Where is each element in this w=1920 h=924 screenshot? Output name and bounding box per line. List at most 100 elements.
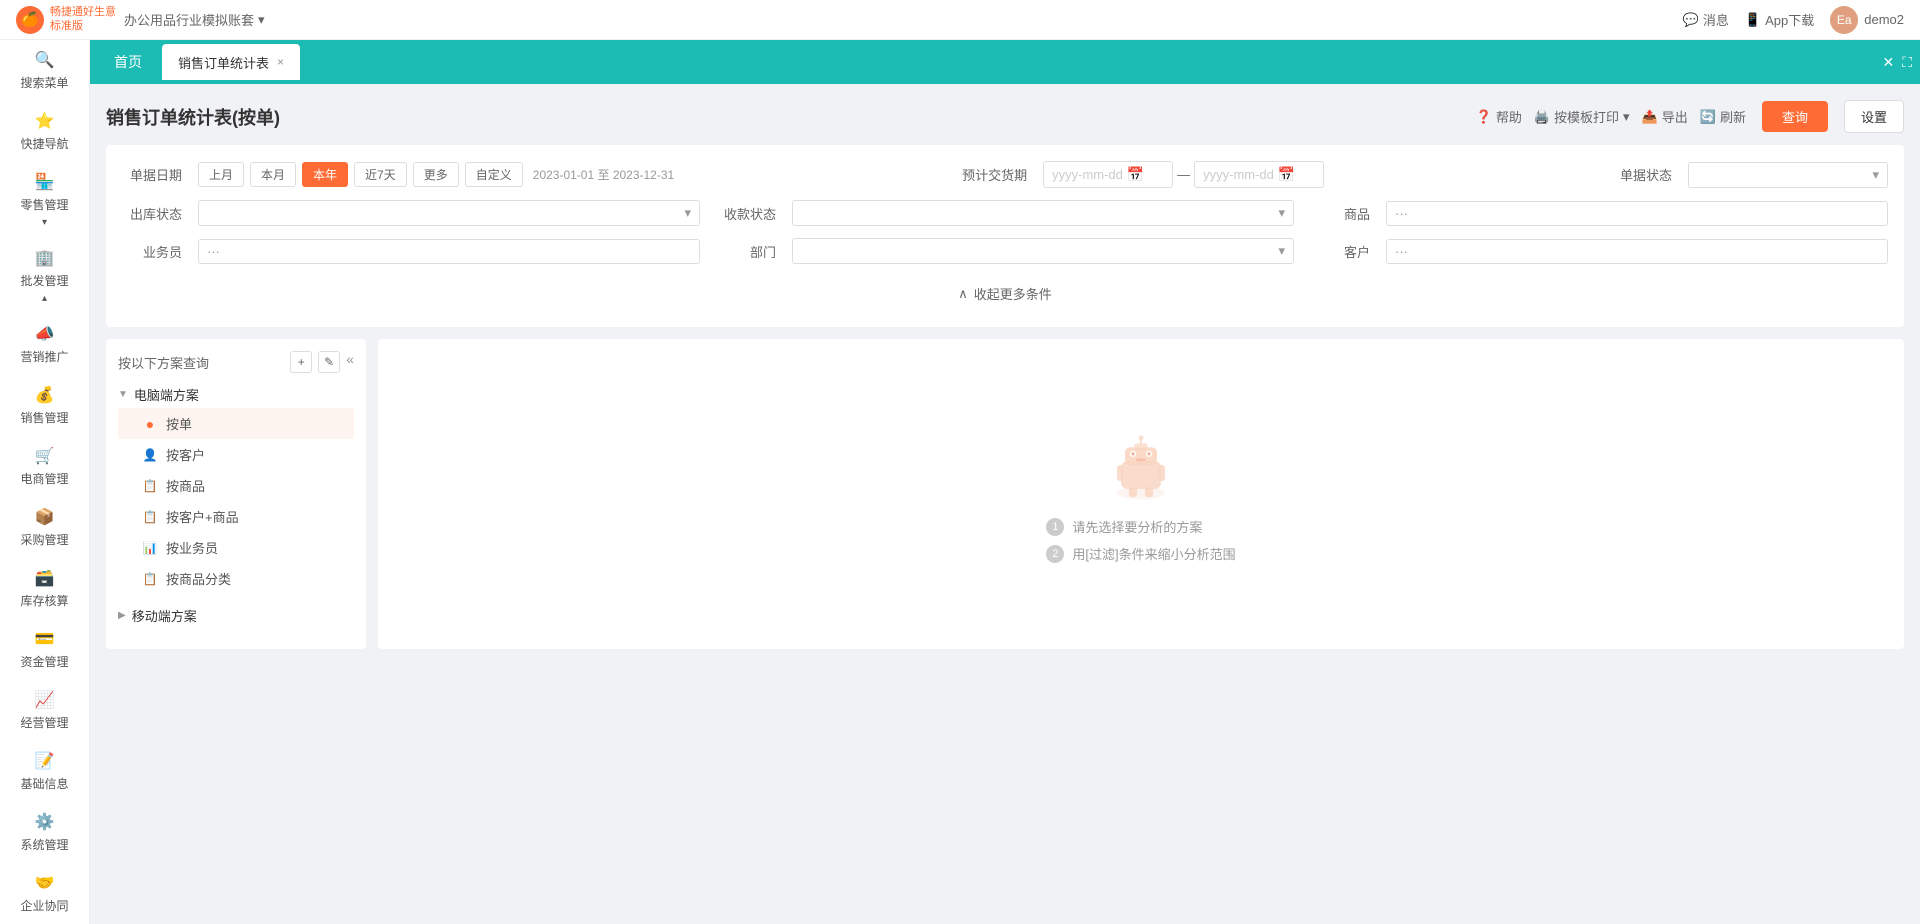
top-bar-right: 💬 消息 📱 App下载 Ea demo2 <box>1683 6 1904 34</box>
collapse-btn[interactable]: ∧ 收起更多条件 <box>122 276 1888 311</box>
top-bar-left: 🍊 畅捷通好生意 标准版 办公用品行业模拟账套 ▾ <box>16 6 265 34</box>
window-close-icon[interactable]: ✕ <box>1882 54 1894 71</box>
collection-status-select[interactable]: ▾ <box>792 200 1294 226</box>
tab-close-icon[interactable]: × <box>277 55 284 69</box>
calendar-icon-end: 📅 <box>1278 166 1295 183</box>
sidebar-item-operations[interactable]: 📈 经营管理 <box>0 680 89 741</box>
system-icon: ⚙️ <box>35 812 55 832</box>
refresh-icon: 🔄 <box>1700 109 1716 125</box>
scheme-item-by-salesperson[interactable]: 📊 按业务员 <box>118 532 354 563</box>
app-icon: 📱 <box>1745 12 1761 28</box>
page-title: 销售订单统计表(按单) <box>106 104 280 130</box>
right-content: 1 请先选择要分析的方案 2 用[过滤]条件来缩小分析范围 <box>378 339 1904 649</box>
help-btn[interactable]: ❓ 帮助 <box>1476 107 1522 126</box>
ship-status-select[interactable]: ▾ <box>198 200 700 226</box>
scheme-item-by-goods[interactable]: 📋 按商品 <box>118 470 354 501</box>
chart-icon: 📊 <box>142 540 158 556</box>
message-btn[interactable]: 💬 消息 <box>1683 10 1729 29</box>
mobile-group-arrow-icon: ▶ <box>118 610 126 621</box>
page-header-actions: ❓ 帮助 🖨️ 按模板打印 ▾ 📤 导出 � <box>1476 100 1904 133</box>
status-select[interactable]: ▾ <box>1688 162 1888 188</box>
empty-tip-1: 1 请先选择要分析的方案 <box>1046 517 1235 536</box>
chevron-down-icon: ▾ <box>258 12 265 28</box>
date-btn-this-month[interactable]: 本月 <box>250 162 296 187</box>
sidebar-item-ecommerce[interactable]: 🛒 电商管理 <box>0 436 89 497</box>
scheme-desktop-label: 电脑端方案 <box>134 385 199 404</box>
sidebar-item-wholesale[interactable]: 🏢 批发管理 ▴ <box>0 238 89 314</box>
person-icon: 👤 <box>142 447 158 463</box>
tab-sales-order[interactable]: 销售订单统计表 × <box>162 44 300 80</box>
content-area: 首页 销售订单统计表 × ✕ ⛶ 销售订单统计表(按单) ❓ <box>90 40 1920 924</box>
print-icon: 🖨️ <box>1534 109 1550 125</box>
scheme-group-mobile-header[interactable]: ▶ 移动端方案 <box>118 602 354 629</box>
date-btn-more[interactable]: 更多 <box>413 162 459 187</box>
operations-icon: 📈 <box>35 690 55 710</box>
sidebar-item-inventory[interactable]: 🗃️ 库存核算 <box>0 558 89 619</box>
sidebar-item-purchase[interactable]: 📦 采购管理 <box>0 497 89 558</box>
sidebar-item-finance[interactable]: 💳 资金管理 <box>0 619 89 680</box>
tab-home[interactable]: 首页 <box>98 40 158 84</box>
department-select[interactable]: ▾ <box>792 238 1294 264</box>
ship-select-arrow-icon: ▾ <box>684 205 691 221</box>
scheme-item-by-order[interactable]: ● 按单 <box>118 408 354 439</box>
date-label: 单据日期 <box>122 165 182 184</box>
print-chevron-icon: ▾ <box>1623 109 1630 125</box>
salesperson-ellipsis-icon: ··· <box>207 244 220 259</box>
refresh-btn[interactable]: 🔄 刷新 <box>1700 107 1746 126</box>
scheme-mobile-label: 移动端方案 <box>132 606 197 625</box>
scheme-item-by-customer-goods[interactable]: 📋 按客户+商品 <box>118 501 354 532</box>
export-btn[interactable]: 📤 导出 <box>1642 107 1688 126</box>
date-btn-7days[interactable]: 近7天 <box>354 162 407 187</box>
scheme-panel-title: 按以下方案查询 <box>118 353 209 372</box>
scheme-panel-header: 按以下方案查询 + ✎ « <box>118 351 354 373</box>
table-icon-cg: 📋 <box>142 509 158 525</box>
sidebar-item-retail[interactable]: 🏪 零售管理 ▾ <box>0 162 89 238</box>
settings-button[interactable]: 设置 <box>1844 100 1904 133</box>
marketing-icon: 📣 <box>35 324 55 344</box>
status-label: 单据状态 <box>1612 165 1672 184</box>
help-icon: ❓ <box>1476 109 1492 125</box>
customer-select[interactable]: ··· <box>1386 239 1888 264</box>
sidebar-quicknav[interactable]: ⭐ 快捷导航 <box>0 101 89 162</box>
date-start-input[interactable]: yyyy-mm-dd 📅 <box>1043 161 1173 188</box>
scheme-item-by-goods-category[interactable]: 📋 按商品分类 <box>118 563 354 594</box>
avatar: Ea <box>1830 6 1858 34</box>
date-separator: — <box>1177 167 1190 182</box>
scheme-add-btn[interactable]: + <box>290 351 312 373</box>
goods-select[interactable]: ··· <box>1386 201 1888 226</box>
goods-ellipsis-icon: ··· <box>1395 206 1408 221</box>
window-maximize-icon[interactable]: ⛶ <box>1902 54 1912 71</box>
date-btn-custom[interactable]: 自定义 <box>465 162 523 187</box>
sidebar-item-marketing[interactable]: 📣 营销推广 <box>0 314 89 375</box>
sidebar-search[interactable]: 🔍 搜索菜单 <box>0 40 89 101</box>
sidebar-item-basic[interactable]: 📝 基础信息 <box>0 741 89 802</box>
system-select[interactable]: 办公用品行业模拟账套 ▾ <box>124 10 265 29</box>
goods-label: 商品 <box>1310 204 1370 223</box>
ship-status-label: 出库状态 <box>122 204 182 223</box>
collection-status-label: 收款状态 <box>716 204 776 223</box>
sidebar-item-sales[interactable]: 💰 销售管理 <box>0 375 89 436</box>
department-select-arrow-icon: ▾ <box>1278 243 1285 259</box>
page-actions: ❓ 帮助 🖨️ 按模板打印 ▾ 📤 导出 � <box>1476 107 1746 126</box>
salesperson-select[interactable]: ··· <box>198 239 700 264</box>
sidebar-item-system[interactable]: ⚙️ 系统管理 <box>0 802 89 863</box>
scheme-actions: + ✎ « <box>290 351 354 373</box>
collection-select-arrow-icon: ▾ <box>1278 205 1285 221</box>
print-btn[interactable]: 🖨️ 按模板打印 ▾ <box>1534 107 1630 126</box>
date-btn-last-month[interactable]: 上月 <box>198 162 244 187</box>
query-button[interactable]: 查询 <box>1762 101 1828 132</box>
table-icon-gc: 📋 <box>142 571 158 587</box>
scheme-edit-btn[interactable]: ✎ <box>318 351 340 373</box>
group-arrow-icon: ▼ <box>118 389 128 400</box>
basic-icon: 📝 <box>35 751 55 771</box>
sidebar-item-enterprise[interactable]: 🤝 企业协同 <box>0 863 89 924</box>
tab-bar-actions: ✕ ⛶ <box>1882 54 1912 71</box>
scheme-item-by-customer[interactable]: 👤 按客户 <box>118 439 354 470</box>
chevron-icon: ▴ <box>42 293 47 304</box>
date-end-input[interactable]: yyyy-mm-dd 📅 <box>1194 161 1324 188</box>
scheme-group-desktop-header[interactable]: ▼ 电脑端方案 <box>118 381 354 408</box>
user-area[interactable]: Ea demo2 <box>1830 6 1904 34</box>
app-download-btn[interactable]: 📱 App下载 <box>1745 10 1814 29</box>
date-btn-this-year[interactable]: 本年 <box>302 162 348 187</box>
scheme-collapse-btn[interactable]: « <box>346 351 354 373</box>
